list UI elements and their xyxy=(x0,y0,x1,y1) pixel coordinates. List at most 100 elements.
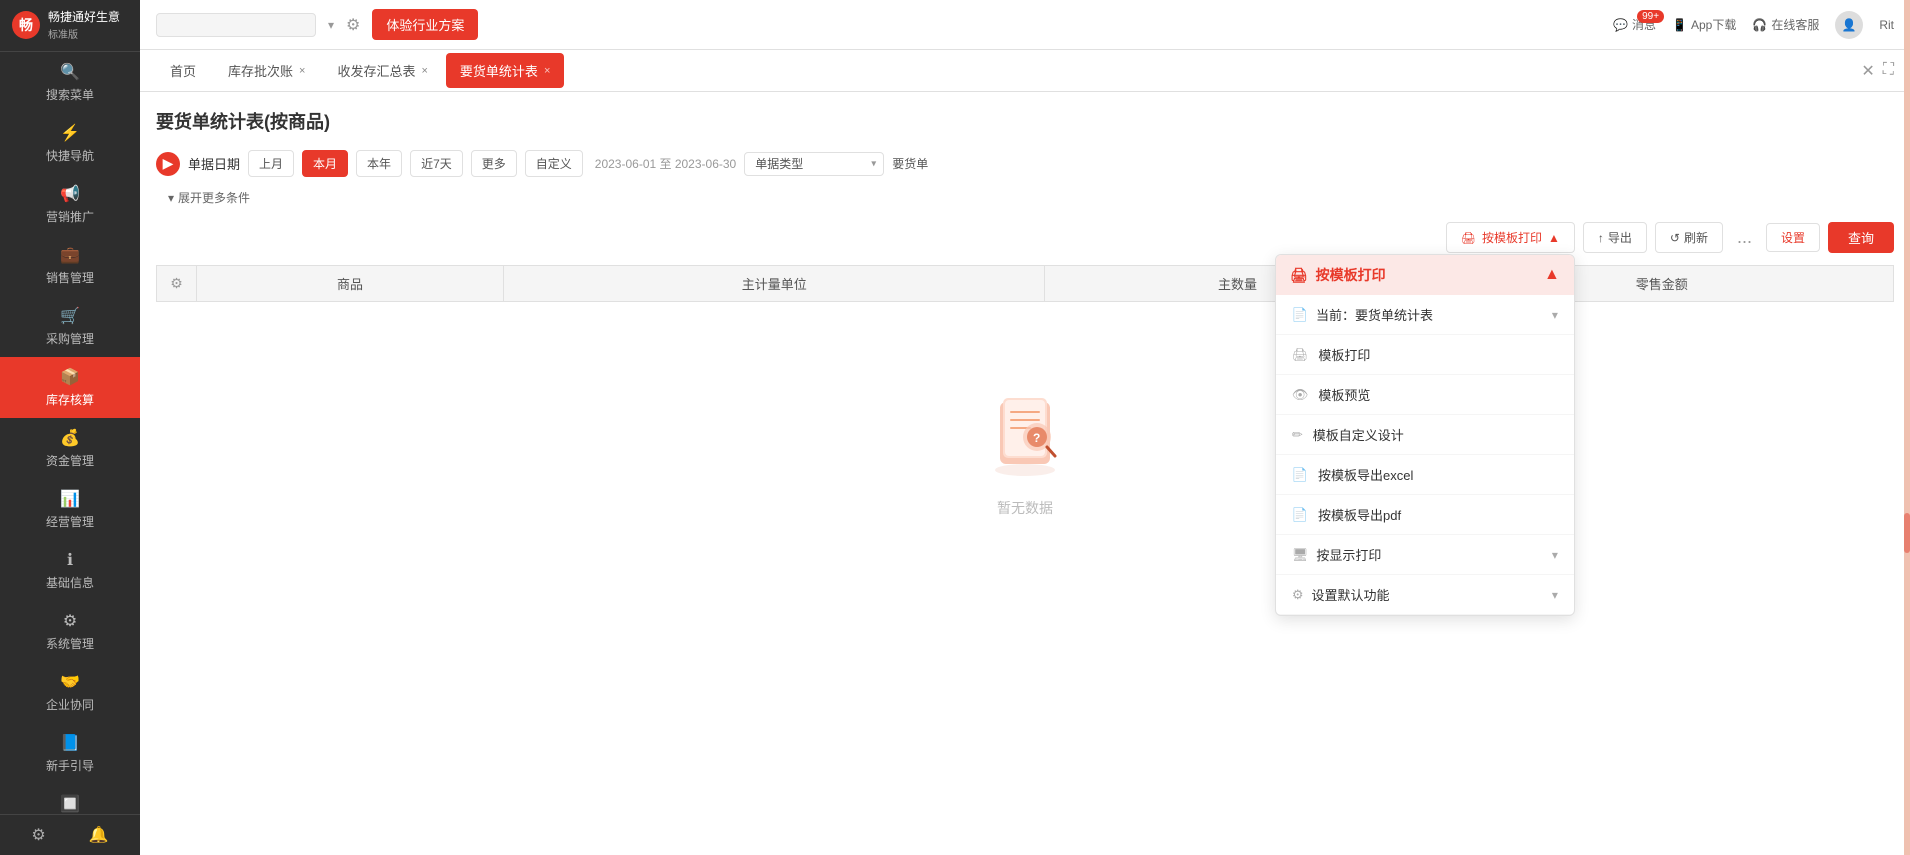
topbar-chevron-icon[interactable]: ▾ xyxy=(328,18,334,32)
template-print-icon: 🖨 xyxy=(1292,347,1309,363)
sidebar: 畅 畅捷通好生意 标准版 🔍搜索菜单⚡快捷导航📢营销推广💼销售管理🛒采购管理📦库… xyxy=(0,0,140,855)
sidebar-item-4[interactable]: 🛒采购管理 xyxy=(0,296,140,357)
print-dropdown-title: 按模板打印 xyxy=(1316,265,1386,285)
print-dropdown-item-template-print[interactable]: 🖨 模板打印 xyxy=(1276,335,1574,375)
sidebar-item-icon-12: 🔲 xyxy=(60,794,80,814)
app-name-block: 畅捷通好生意 标准版 xyxy=(48,10,120,41)
avatar[interactable]: 👤 xyxy=(1835,11,1863,39)
sidebar-item-icon-5: 📦 xyxy=(60,367,80,387)
search-input[interactable] xyxy=(156,13,316,37)
empty-illustration: ? xyxy=(975,382,1075,482)
date-btn-this-month[interactable]: 本月 xyxy=(302,150,348,177)
sidebar-item-12[interactable]: 🔲应用中心 xyxy=(0,784,140,814)
template-preview-label: 模板预览 xyxy=(1318,385,1370,404)
sidebar-item-label-8: 基础信息 xyxy=(46,574,94,591)
print-dropdown-item-template-preview[interactable]: 👁 模板预览 xyxy=(1276,375,1574,415)
sidebar-item-icon-7: 📊 xyxy=(60,489,80,509)
sidebar-nav: 🔍搜索菜单⚡快捷导航📢营销推广💼销售管理🛒采购管理📦库存核算💰资金管理📊经营管理… xyxy=(0,52,140,814)
table-header: ⚙ 商品 主计量单位 主数量 零售金额 xyxy=(157,266,1894,302)
sidebar-item-9[interactable]: ⚙系统管理 xyxy=(0,601,140,662)
date-btn-this-year[interactable]: 本年 xyxy=(356,150,402,177)
message-button[interactable]: 💬 消息 99+ xyxy=(1613,16,1656,33)
print-template-button[interactable]: 🖨 按模板打印 ▲ xyxy=(1446,222,1575,253)
display-print-icon: 🖥 xyxy=(1292,547,1309,563)
print-dropdown-header: 🖨 按模板打印 ▲ xyxy=(1276,255,1574,295)
tab-summary[interactable]: 收发存汇总表 × xyxy=(323,53,441,88)
date-btn-custom[interactable]: 自定义 xyxy=(525,150,583,177)
query-button[interactable]: 查询 xyxy=(1828,222,1894,253)
date-btn-more[interactable]: 更多 xyxy=(471,150,517,177)
toolbar-right: 🖨 按模板打印 ▲ 🖨 按模板打印 ▲ xyxy=(1446,222,1894,253)
sidebar-item-icon-8: ℹ xyxy=(67,550,73,570)
refresh-icon: ↺ xyxy=(1670,231,1680,245)
trial-button[interactable]: 体验行业方案 xyxy=(372,9,478,40)
tab-inventory-batch-label: 库存批次账 xyxy=(228,61,293,80)
sidebar-speaker-icon[interactable]: 🔔 xyxy=(89,825,109,845)
empty-text: 暂无数据 xyxy=(997,498,1053,518)
refresh-button[interactable]: ↺ 刷新 xyxy=(1655,222,1723,253)
sidebar-item-1[interactable]: ⚡快捷导航 xyxy=(0,113,140,174)
sidebar-settings-icon[interactable]: ⚙ xyxy=(31,825,45,845)
table-column-settings-icon[interactable]: ⚙ xyxy=(170,275,183,291)
tab-expand-icon[interactable]: ⛶ xyxy=(1883,61,1894,81)
print-dropdown-current[interactable]: 📄 当前：要货单统计表 ▾ xyxy=(1276,295,1574,335)
sidebar-item-2[interactable]: 📢营销推广 xyxy=(0,174,140,235)
print-dropdown: 🖨 按模板打印 ▲ 📄 当前：要货单统计表 ▾ xyxy=(1275,254,1575,616)
sidebar-item-5[interactable]: 📦库存核算 xyxy=(0,357,140,418)
print-dropdown-item-export-pdf[interactable]: 📄 按模板导出pdf xyxy=(1276,495,1574,535)
tab-inventory-batch-close[interactable]: × xyxy=(299,65,305,77)
print-dropdown-item-custom-design[interactable]: ✏ 模板自定义设计 xyxy=(1276,415,1574,455)
app-download-label: App下载 xyxy=(1691,16,1736,33)
printer-icon: 🖨 xyxy=(1461,231,1476,245)
tab-close-window-icon[interactable]: ✕ xyxy=(1861,61,1874,81)
sidebar-item-11[interactable]: 📘新手引导 xyxy=(0,723,140,784)
export-excel-label: 按模板导出excel xyxy=(1318,465,1413,484)
scrollbar-thumb xyxy=(1904,513,1910,553)
sidebar-item-0[interactable]: 🔍搜索菜单 xyxy=(0,52,140,113)
app-download-button[interactable]: 📱 App下载 xyxy=(1672,16,1736,33)
tab-inventory-batch[interactable]: 库存批次账 × xyxy=(214,53,319,88)
tab-summary-label: 收发存汇总表 xyxy=(337,61,415,80)
tab-home[interactable]: 首页 xyxy=(156,53,210,88)
chevron-down-icon: ▾ xyxy=(168,191,174,205)
settings-button[interactable]: 设置 xyxy=(1766,223,1820,252)
right-scrollbar[interactable] xyxy=(1904,0,1910,855)
sidebar-item-icon-9: ⚙ xyxy=(63,611,77,631)
filter-expand-button[interactable]: ▶ xyxy=(156,152,180,176)
display-print-label: 按显示打印 xyxy=(1316,545,1381,564)
sidebar-item-3[interactable]: 💼销售管理 xyxy=(0,235,140,296)
export-pdf-icon: 📄 xyxy=(1292,507,1308,523)
sidebar-item-8[interactable]: ℹ 基础信息 xyxy=(0,540,140,601)
order-type-select[interactable]: 单据类型 xyxy=(744,152,884,176)
print-dropdown-display-print[interactable]: 🖥 按显示打印 ▾ xyxy=(1276,535,1574,575)
set-default-arrow: ▾ xyxy=(1552,588,1558,602)
tab-order-stats-close[interactable]: × xyxy=(544,65,550,77)
yaohuo-label: 要货单 xyxy=(892,155,928,172)
tab-home-label: 首页 xyxy=(170,61,196,80)
username: Rit xyxy=(1879,18,1894,32)
topbar-right: 💬 消息 99+ 📱 App下载 🎧 在线客服 👤 Rit xyxy=(1613,11,1894,39)
sidebar-footer: ⚙ 🔔 xyxy=(0,814,140,855)
topbar-gear-icon[interactable]: ⚙ xyxy=(346,15,360,35)
template-print-label: 模板打印 xyxy=(1318,345,1370,364)
sidebar-item-10[interactable]: 🤝企业协同 xyxy=(0,662,140,723)
tab-order-stats[interactable]: 要货单统计表 × xyxy=(446,53,564,88)
app-logo-icon: 畅 xyxy=(12,11,40,39)
print-dropdown-item-export-excel[interactable]: 📄 按模板导出excel xyxy=(1276,455,1574,495)
print-dropdown-title-area: 🖨 按模板打印 xyxy=(1290,265,1386,285)
online-service-button[interactable]: 🎧 在线客服 xyxy=(1752,16,1819,33)
date-btn-7days[interactable]: 近7天 xyxy=(410,150,463,177)
sidebar-item-6[interactable]: 💰资金管理 xyxy=(0,418,140,479)
expand-more-label: 展开更多条件 xyxy=(178,189,250,206)
print-dropdown-close-button[interactable]: ▲ xyxy=(1544,266,1560,284)
page-title: 要货单统计表(按商品) xyxy=(156,108,1894,134)
export-button[interactable]: ↑ 导出 xyxy=(1583,222,1647,253)
sidebar-item-label-6: 资金管理 xyxy=(46,452,94,469)
more-button[interactable]: ... xyxy=(1731,225,1758,250)
sidebar-item-7[interactable]: 📊经营管理 xyxy=(0,479,140,540)
expand-more-button[interactable]: ▾ 展开更多条件 xyxy=(156,185,262,210)
tab-summary-close[interactable]: × xyxy=(421,65,427,77)
date-btn-last-month[interactable]: 上月 xyxy=(248,150,294,177)
print-dropdown-set-default[interactable]: ⚙ 设置默认功能 ▾ xyxy=(1276,575,1574,615)
set-default-left: ⚙ 设置默认功能 xyxy=(1292,585,1390,604)
